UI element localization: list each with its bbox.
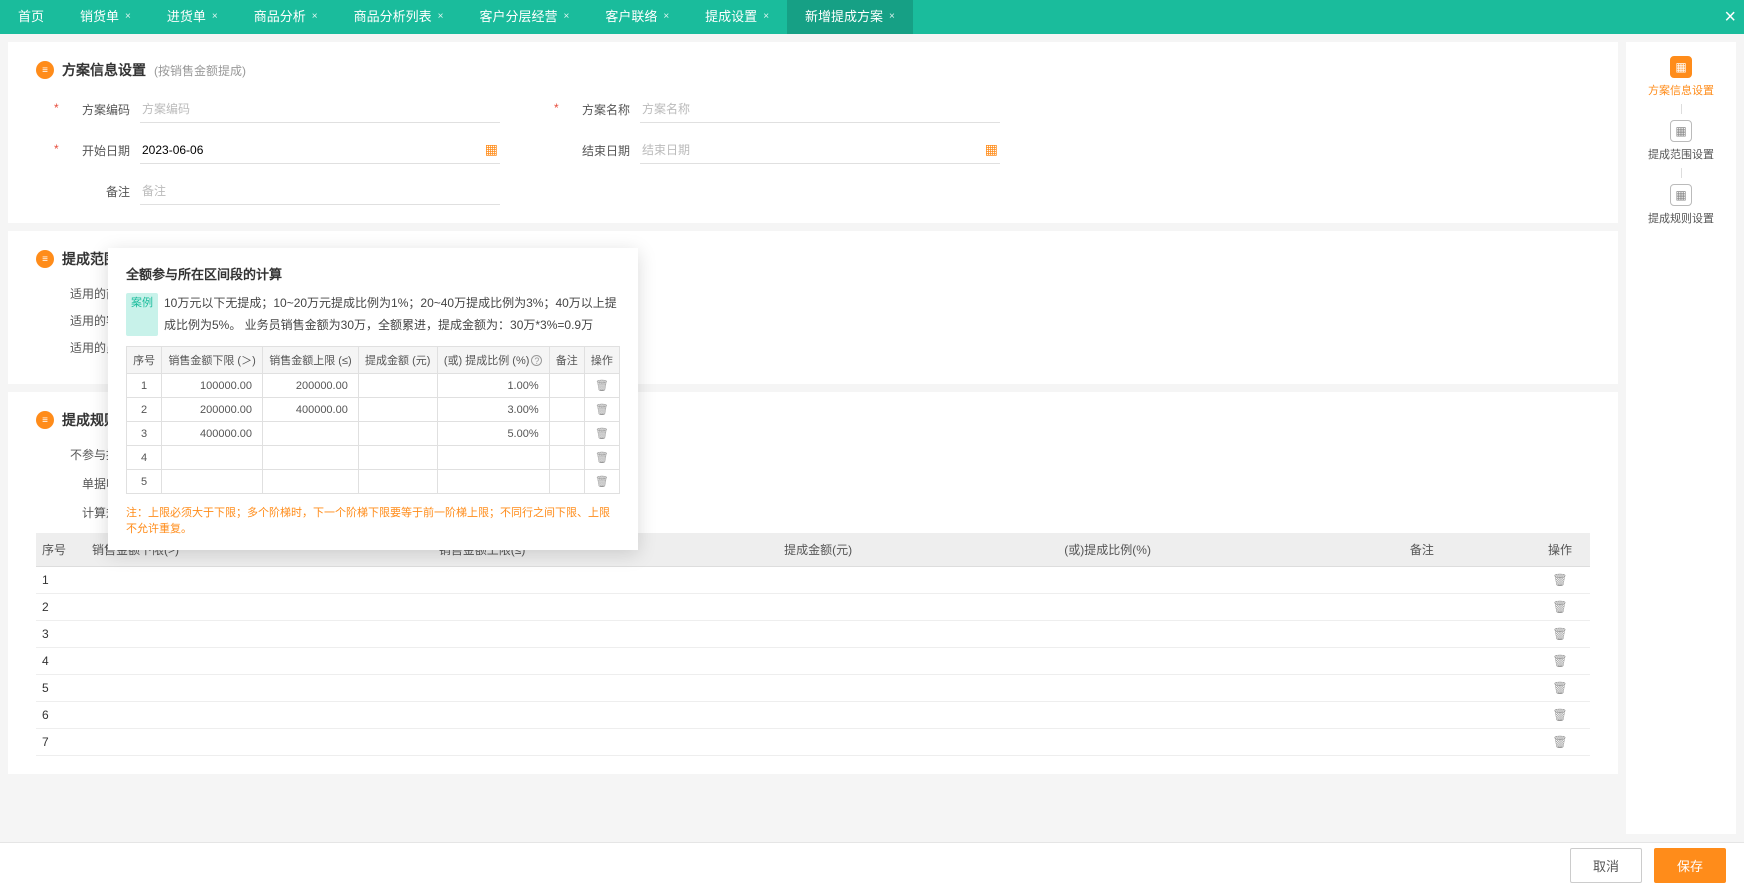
- table-row[interactable]: 2🗑: [36, 594, 1590, 621]
- rules-grid: 序号 销售金额下限(>) 销售金额上限(≤) 提成金额(元) (或)提成比例(%…: [36, 533, 1590, 756]
- close-icon[interactable]: ×: [438, 0, 444, 34]
- table-row: 4🗑: [127, 446, 620, 470]
- tab-customer-tier[interactable]: 客户分层经营×: [461, 0, 587, 34]
- top-tab-bar: 首页 销货单× 进货单× 商品分析× 商品分析列表× 客户分层经营× 客户联络×…: [0, 0, 1744, 34]
- tab-commission-settings[interactable]: 提成设置×: [687, 0, 787, 34]
- panel-subtitle: (按销售金额提成): [154, 62, 246, 79]
- table-row: 5🗑: [127, 470, 620, 494]
- calendar-icon[interactable]: ▦: [985, 141, 998, 158]
- table-row: 2200000.00400000.003.00%🗑: [127, 398, 620, 422]
- anchor-icon: ▦: [1670, 120, 1692, 142]
- table-row[interactable]: 6🗑: [36, 702, 1590, 729]
- label-end-date: 结束日期: [560, 142, 630, 159]
- col-amount: 提成金额(元): [778, 533, 1058, 567]
- anchor-nav: ▦ 方案信息设置 ▦ 提成范围设置 ▦ 提成规则设置: [1626, 42, 1736, 834]
- label-remark: 备注: [60, 183, 130, 200]
- popover-table: 序号 销售金额下限 (＞) 销售金额上限 (≤) 提成金额 (元) (或) 提成…: [126, 346, 620, 494]
- delete-icon[interactable]: 🗑: [1552, 627, 1567, 641]
- col-ratio: (或)提成比例(%): [1058, 533, 1404, 567]
- table-row: 1100000.00200000.001.00%🗑: [127, 374, 620, 398]
- info-icon[interactable]: ?: [531, 355, 542, 366]
- delete-icon[interactable]: 🗑: [1552, 681, 1567, 695]
- example-tag: 案例: [126, 293, 158, 336]
- tab-sales[interactable]: 销货单×: [62, 0, 149, 34]
- cancel-button[interactable]: 取消: [1570, 848, 1642, 883]
- tab-home[interactable]: 首页: [0, 0, 62, 34]
- tab-product-analysis-list[interactable]: 商品分析列表×: [336, 0, 462, 34]
- panel-plan-info: ≡ 方案信息设置 (按销售金额提成) 方案编码 方案名称 开始日期 ▦: [8, 42, 1618, 223]
- delete-icon[interactable]: 🗑: [1552, 735, 1567, 749]
- save-button[interactable]: 保存: [1654, 848, 1726, 883]
- close-icon[interactable]: ×: [663, 0, 669, 34]
- delete-icon[interactable]: 🗑: [1552, 708, 1567, 722]
- table-row[interactable]: 7🗑: [36, 729, 1590, 756]
- close-icon[interactable]: ×: [212, 0, 218, 34]
- table-row[interactable]: 1🗑: [36, 567, 1590, 594]
- col-seq: 序号: [36, 533, 86, 567]
- delete-icon[interactable]: 🗑: [595, 380, 609, 392]
- delete-icon[interactable]: 🗑: [1552, 600, 1567, 614]
- tab-new-commission-plan[interactable]: 新增提成方案×: [787, 0, 913, 34]
- col-remark: 备注: [1404, 533, 1530, 567]
- delete-icon[interactable]: 🗑: [595, 404, 609, 416]
- label-plan-name: 方案名称: [560, 101, 630, 118]
- plan-name-input[interactable]: [640, 96, 1000, 122]
- section-icon: ≡: [36, 250, 54, 268]
- close-icon[interactable]: ×: [125, 0, 131, 34]
- delete-icon[interactable]: 🗑: [1552, 573, 1567, 587]
- section-icon: ≡: [36, 411, 54, 429]
- delete-icon[interactable]: 🗑: [595, 452, 609, 464]
- footer-bar: 取消 保存: [0, 842, 1744, 888]
- anchor-icon: ▦: [1670, 56, 1692, 78]
- label-plan-code: 方案编码: [60, 101, 130, 118]
- close-icon[interactable]: ×: [763, 0, 769, 34]
- anchor-rules[interactable]: ▦ 提成规则设置: [1630, 184, 1732, 226]
- delete-icon[interactable]: 🗑: [1552, 654, 1567, 668]
- delete-icon[interactable]: 🗑: [595, 428, 609, 440]
- close-icon[interactable]: ×: [889, 0, 895, 34]
- panel-title: 方案信息设置: [62, 60, 146, 80]
- table-row: 3400000.005.00%🗑: [127, 422, 620, 446]
- popover-title: 全额参与所在区间段的计算: [126, 264, 620, 283]
- start-date-input[interactable]: [140, 137, 500, 163]
- calendar-icon[interactable]: ▦: [485, 141, 498, 158]
- close-icon[interactable]: ×: [563, 0, 569, 34]
- table-row[interactable]: 5🗑: [36, 675, 1590, 702]
- popover-note: 注：上限必须大于下限；多个阶梯时，下一个阶梯下限要等于前一阶梯上限；不同行之间下…: [126, 504, 620, 536]
- tab-purchase[interactable]: 进货单×: [149, 0, 236, 34]
- anchor-scope[interactable]: ▦ 提成范围设置: [1630, 120, 1732, 162]
- table-row[interactable]: 3🗑: [36, 621, 1590, 648]
- col-op: 操作: [1530, 533, 1590, 567]
- label-start-date: 开始日期: [60, 142, 130, 159]
- delete-icon[interactable]: 🗑: [595, 476, 609, 488]
- close-icon[interactable]: ×: [312, 0, 318, 34]
- tab-customer-contact[interactable]: 客户联络×: [587, 0, 687, 34]
- table-row[interactable]: 4🗑: [36, 648, 1590, 675]
- popover-desc: 10万元以下无提成；10~20万元提成比例为1%；20~40万提成比例为3%；4…: [164, 293, 620, 336]
- plan-code-input[interactable]: [140, 96, 500, 122]
- tooltip-popover: 全额参与所在区间段的计算 案例 10万元以下无提成；10~20万元提成比例为1%…: [108, 248, 638, 550]
- anchor-icon: ▦: [1670, 184, 1692, 206]
- remark-input[interactable]: [140, 178, 500, 204]
- tab-product-analysis[interactable]: 商品分析×: [236, 0, 336, 34]
- anchor-plan-info[interactable]: ▦ 方案信息设置: [1630, 56, 1732, 98]
- close-all-tabs-icon[interactable]: ×: [1724, 6, 1736, 29]
- end-date-input[interactable]: [640, 137, 1000, 163]
- section-icon: ≡: [36, 61, 54, 79]
